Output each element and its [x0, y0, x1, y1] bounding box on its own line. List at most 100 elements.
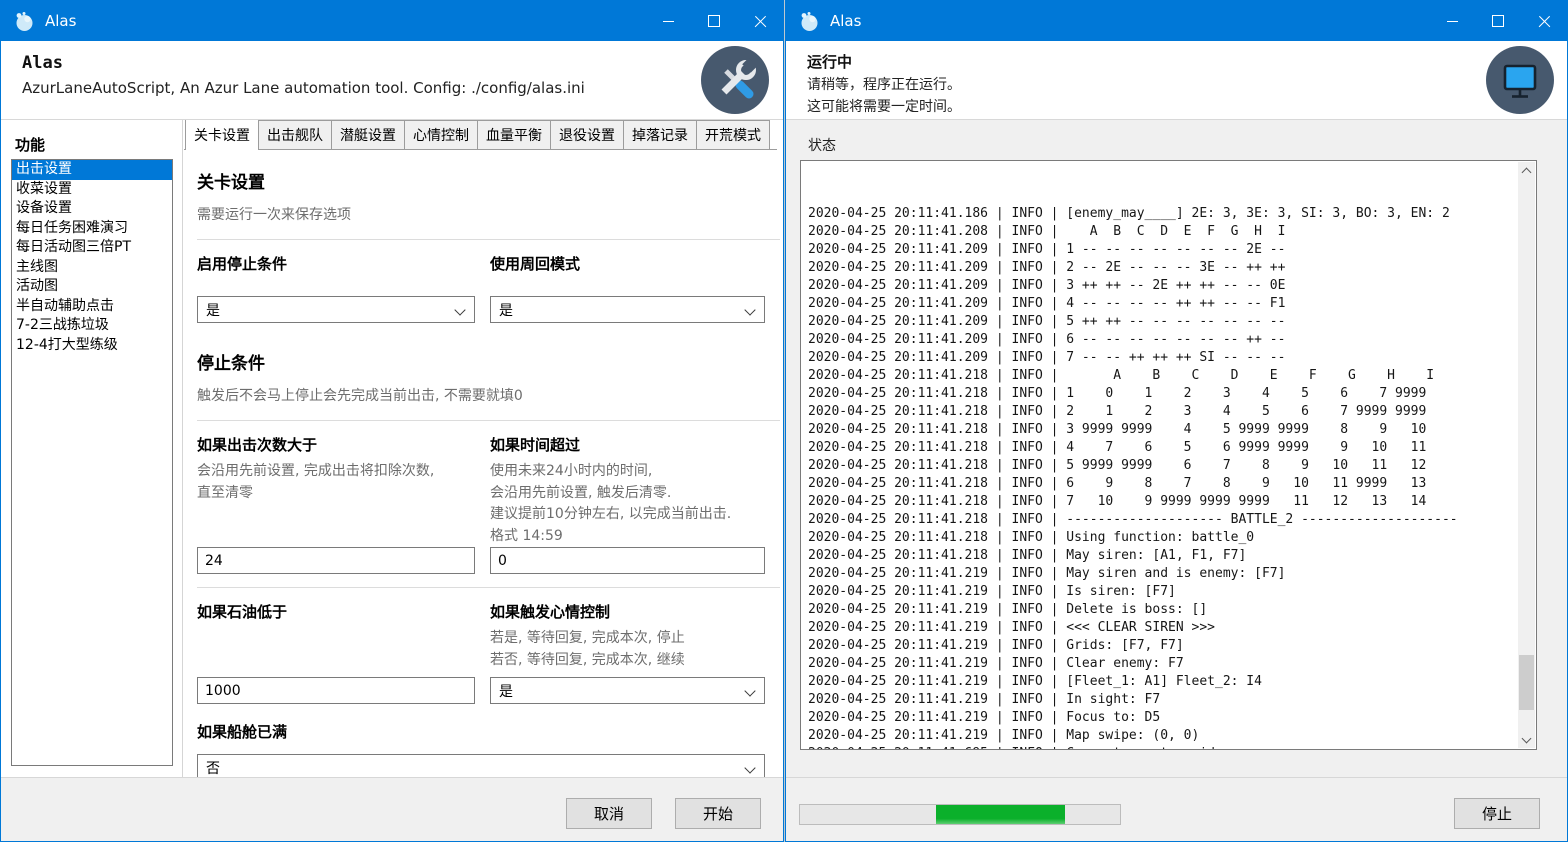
separator — [197, 420, 780, 421]
field-hint-line: 直至清零 — [197, 483, 475, 505]
titlebar[interactable]: Alas — [786, 1, 1567, 41]
window-title: Alas — [45, 12, 76, 30]
sidebar-item[interactable]: 12-4打大型练级 — [12, 336, 172, 356]
time-over-label: 如果时间超过 — [490, 434, 765, 455]
sidebar-item[interactable]: 活动图 — [12, 277, 172, 297]
form-row: 如果出击次数大于 会沿用先前设置, 完成出击将扣除次数,直至清零 如果时间超过 … — [197, 434, 780, 574]
sidebar-item[interactable]: 出击设置 — [12, 160, 172, 180]
log-line: 2020-04-25 20:11:41.209 | INFO | 7 -- --… — [808, 349, 1517, 367]
runner-title: 运行中 — [786, 41, 1567, 72]
log-line: 2020-04-25 20:11:41.209 | INFO | 6 -- --… — [808, 331, 1517, 349]
field-hint-line: 建议提前10分钟左右, 以完成当前出击. — [490, 504, 765, 526]
field-hint-line: 若是, 等待回复, 完成本次, 停止 — [490, 628, 765, 650]
log-scrollbar[interactable] — [1518, 162, 1535, 748]
stop-section-hint: 触发后不会马上停止会先完成当前出击, 不需要就填0 — [197, 385, 780, 405]
log-line: 2020-04-25 20:11:41.219 | INFO | Focus t… — [808, 709, 1517, 727]
enable-stop-label: 启用停止条件 — [197, 253, 475, 274]
tab[interactable]: 心情控制 — [404, 120, 478, 149]
runner-body: 状态 2020-04-25 20:11:41.186 | INFO | [ene… — [786, 120, 1567, 777]
sidebar-item[interactable]: 主线图 — [12, 258, 172, 278]
settings-form: 关卡设置 需要运行一次来保存选项 启用停止条件 是 使用周回模式 — [184, 150, 780, 777]
sidebar-heading: 功能 — [15, 134, 182, 155]
log-line: 2020-04-25 20:11:41.208 | INFO | A B C D… — [808, 223, 1517, 241]
tab[interactable]: 关卡设置 — [185, 120, 259, 150]
function-list[interactable]: 出击设置收菜设置设备设置每日任务困难演习每日活动图三倍PT主线图活动图半自动辅助… — [11, 159, 173, 766]
dropdown-value: 是 — [499, 300, 513, 320]
minimize-button[interactable] — [645, 1, 691, 41]
close-button[interactable] — [1521, 1, 1567, 41]
progress-bar — [799, 804, 1121, 825]
tab[interactable]: 退役设置 — [550, 120, 624, 149]
log-line: 2020-04-25 20:11:41.219 | INFO | Clear e… — [808, 655, 1517, 673]
count-gt-input[interactable] — [197, 547, 475, 574]
log-line: 2020-04-25 20:11:41.209 | INFO | 2 -- 2E… — [808, 259, 1517, 277]
stop-button[interactable]: 停止 — [1454, 798, 1540, 829]
dock-full-label: 如果船舱已满 — [197, 721, 780, 742]
oil-low-label: 如果石油低于 — [197, 601, 475, 622]
runner-line2: 这可能将需要一定时间。 — [786, 94, 1567, 116]
section-hint: 需要运行一次来保存选项 — [197, 204, 780, 224]
app-header: Alas AzurLaneAutoScript, An Azur Lane au… — [1, 41, 783, 120]
loop-mode-label: 使用周回模式 — [490, 253, 765, 274]
form-row: 如果石油低于 如果触发心情控制 若是, 等待回复, 完成本次, 停止若否, 等待… — [197, 601, 780, 704]
maximize-button[interactable] — [691, 1, 737, 41]
scrollbar-thumb[interactable] — [1519, 655, 1534, 710]
log-line: 2020-04-25 20:11:41.218 | INFO | 2 1 2 3… — [808, 403, 1517, 421]
dropdown-value: 是 — [499, 681, 513, 701]
sidebar-item[interactable]: 收菜设置 — [12, 180, 172, 200]
separator — [197, 587, 780, 588]
tab-bar: 关卡设置出击舰队潜艇设置心情控制血量平衡退役设置掉落记录开荒模式 — [184, 120, 777, 150]
log-line: 2020-04-25 20:11:41.209 | INFO | 5 ++ ++… — [808, 313, 1517, 331]
sidebar-item[interactable]: 每日活动图三倍PT — [12, 238, 172, 258]
cancel-button[interactable]: 取消 — [566, 798, 652, 829]
log-line: 2020-04-25 20:11:41.218 | INFO | -------… — [808, 511, 1517, 529]
emotion-dropdown[interactable]: 是 — [490, 677, 765, 704]
tab[interactable]: 血量平衡 — [477, 120, 551, 149]
sidebar-item[interactable]: 7-2三战拣垃圾 — [12, 316, 172, 336]
separator — [197, 239, 780, 240]
log-line: 2020-04-25 20:11:41.209 | INFO | 1 -- --… — [808, 241, 1517, 259]
section-title: 关卡设置 — [197, 168, 780, 193]
sidebar-item[interactable]: 半自动辅助点击 — [12, 297, 172, 317]
maximize-icon — [1492, 15, 1504, 27]
start-button[interactable]: 开始 — [675, 798, 761, 829]
field-hint-line: 会沿用先前设置, 完成出击将扣除次数, — [197, 461, 475, 483]
sidebar: 功能 出击设置收菜设置设备设置每日任务困难演习每日活动图三倍PT主线图活动图半自… — [1, 120, 183, 777]
window-title: Alas — [830, 12, 861, 30]
dropdown-value: 是 — [206, 300, 220, 320]
log-line: 2020-04-25 20:11:41.219 | INFO | Is sire… — [808, 583, 1517, 601]
tab[interactable]: 开荒模式 — [696, 120, 770, 149]
titlebar[interactable]: Alas — [1, 1, 783, 41]
sidebar-item[interactable]: 每日任务困难演习 — [12, 219, 172, 239]
minimize-button[interactable] — [1429, 1, 1475, 41]
progress-chunk — [936, 805, 1065, 824]
count-gt-label: 如果出击次数大于 — [197, 434, 475, 455]
tab[interactable]: 掉落记录 — [623, 120, 697, 149]
loop-mode-dropdown[interactable]: 是 — [490, 296, 765, 323]
alas-logo-icon — [798, 10, 820, 32]
maximize-button[interactable] — [1475, 1, 1521, 41]
chevron-down-icon — [454, 304, 465, 315]
settings-window: Alas Alas AzurLaneAutoScript, An Azur La… — [0, 0, 784, 842]
log-box[interactable]: 2020-04-25 20:11:41.186 | INFO | [enemy_… — [800, 160, 1537, 750]
scroll-down-button[interactable] — [1518, 731, 1535, 748]
chevron-down-icon — [744, 685, 755, 696]
close-button[interactable] — [737, 1, 783, 41]
alas-logo-icon — [13, 10, 35, 32]
dock-full-dropdown[interactable]: 否 — [197, 754, 765, 777]
enable-stop-dropdown[interactable]: 是 — [197, 296, 475, 323]
sidebar-item[interactable]: 设备设置 — [12, 199, 172, 219]
oil-low-input[interactable] — [197, 677, 475, 704]
runner-window: Alas 运行中 请稍等，程序正在运行。 这可能将需要一定时间。 状态 — [785, 0, 1568, 842]
time-over-input[interactable] — [490, 547, 765, 574]
field-hint-line: 若否, 等待回复, 完成本次, 继续 — [490, 650, 765, 672]
tab[interactable]: 潜艇设置 — [331, 120, 405, 149]
tab[interactable]: 出击舰队 — [258, 120, 332, 149]
minimize-icon — [663, 21, 674, 22]
log-line: 2020-04-25 20:11:41.218 | INFO | Using f… — [808, 529, 1517, 547]
field-hint-line: 格式 14:59 — [490, 526, 765, 548]
log-line: 2020-04-25 20:11:41.695 | INFO | Convert… — [808, 745, 1517, 749]
runner-header: 运行中 请稍等，程序正在运行。 这可能将需要一定时间。 — [786, 41, 1567, 120]
scroll-up-button[interactable] — [1518, 162, 1535, 179]
log-line: 2020-04-25 20:11:41.209 | INFO | 4 -- --… — [808, 295, 1517, 313]
